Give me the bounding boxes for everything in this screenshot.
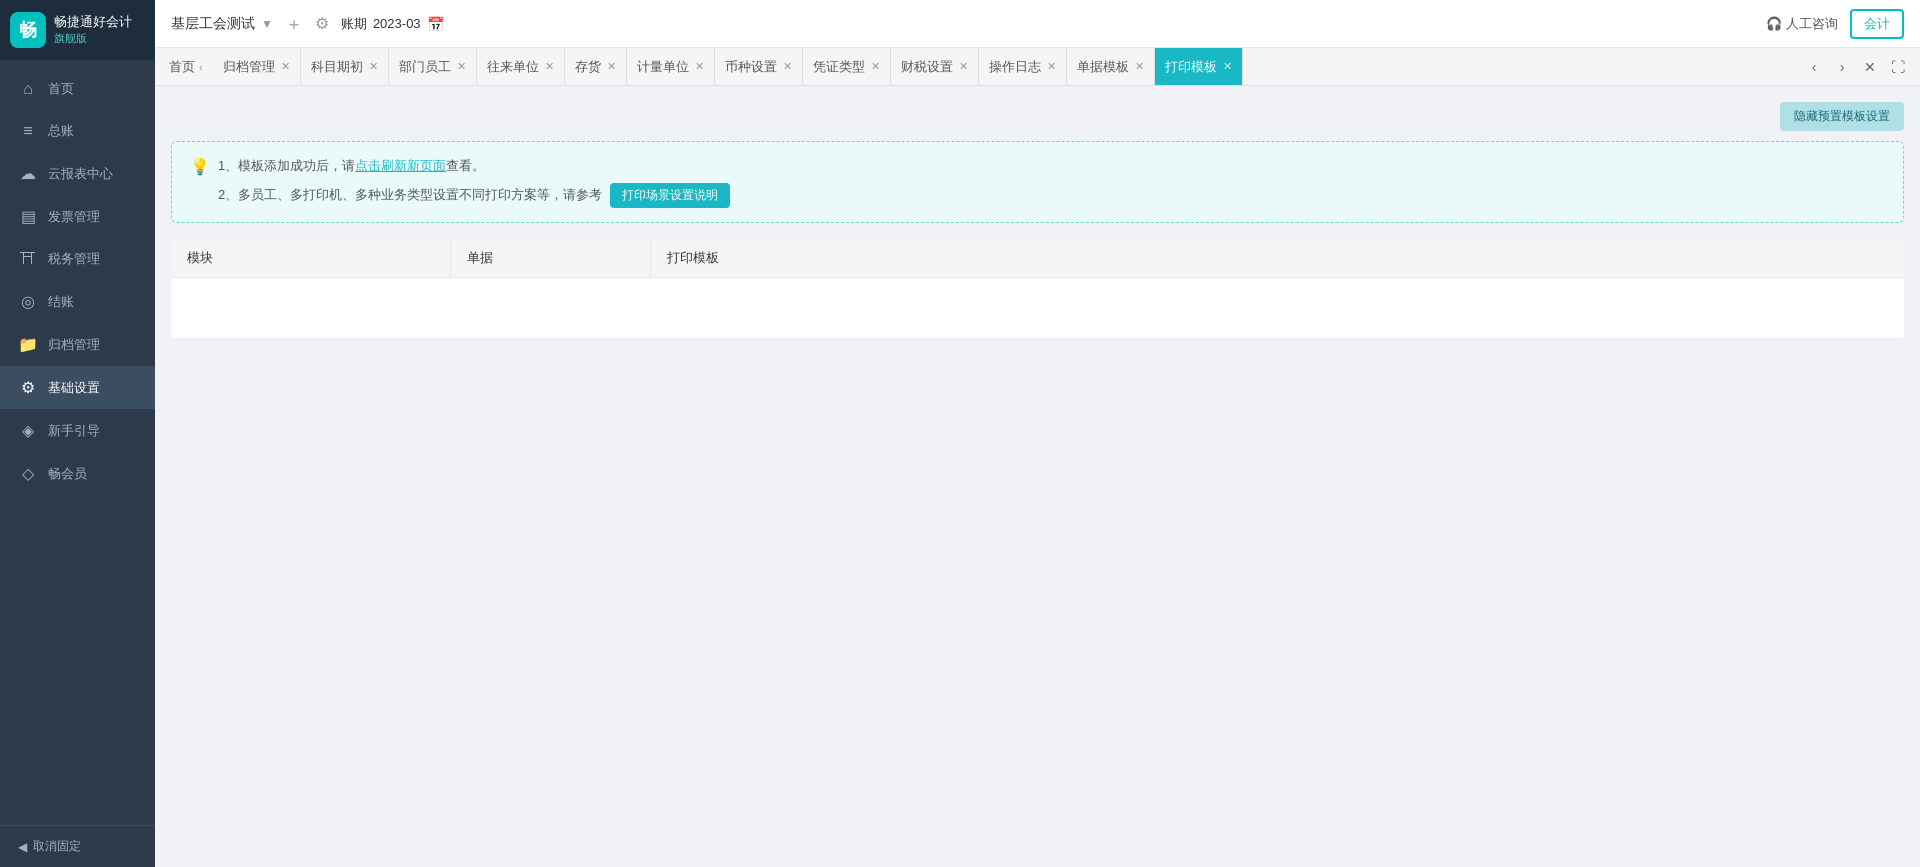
tax-icon: ⛩ <box>18 250 38 268</box>
col-print-template: 打印模板 <box>651 239 1904 277</box>
company-name[interactable]: 基层工会测试 ▼ <box>171 15 273 33</box>
headset-icon: 🎧 <box>1766 16 1782 31</box>
refresh-page-link[interactable]: 点击刷新新页面 <box>355 158 446 173</box>
tab-print-close-icon[interactable]: ✕ <box>1223 60 1232 73</box>
col-receipt: 单据 <box>451 239 651 277</box>
tab-inventory-close-icon[interactable]: ✕ <box>607 60 616 73</box>
info-text-2: 2、多员工、多打印机、多种业务类型设置不同打印方案等，请参考 打印场景设置说明 <box>218 183 730 208</box>
tab-currency-close-icon[interactable]: ✕ <box>783 60 792 73</box>
page-content: 隐藏预置模板设置 💡 1、模板添加成功后，请点击刷新新页面查看。 💡 2、多员工… <box>155 86 1920 867</box>
tab-partner-close-icon[interactable]: ✕ <box>545 60 554 73</box>
sidebar: 畅 畅捷通好会计 旗舰版 ⌂ 首页 ≡ 总账 ☁ 云报表中心 ▤ 发票管理 ⛩ … <box>0 0 155 867</box>
sidebar-item-ledger[interactable]: ≡ 总账 <box>0 110 155 152</box>
unpin-icon: ◀ <box>18 840 27 854</box>
settings-icon: ⚙ <box>18 378 38 397</box>
sidebar-nav: ⌂ 首页 ≡ 总账 ☁ 云报表中心 ▤ 发票管理 ⛩ 税务管理 ◎ 结账 📁 归… <box>0 60 155 825</box>
ledger-icon: ≡ <box>18 122 38 140</box>
sidebar-item-member[interactable]: ◇ 畅会员 <box>0 452 155 495</box>
member-icon: ◇ <box>18 464 38 483</box>
tab-finance-close-icon[interactable]: ✕ <box>959 60 968 73</box>
main-area: 基层工会测试 ▼ ＋ ⚙ 账期 2023-03 📅 🎧 人工咨询 会计 首页 ‹… <box>155 0 1920 867</box>
sidebar-item-archive[interactable]: 📁 归档管理 <box>0 323 155 366</box>
print-scene-button[interactable]: 打印场景设置说明 <box>610 183 730 208</box>
sidebar-item-invoice[interactable]: ▤ 发票管理 <box>0 195 155 238</box>
info-row-1: 💡 1、模板添加成功后，请点击刷新新页面查看。 <box>190 156 1885 177</box>
period-display: 账期 2023-03 📅 <box>341 15 444 33</box>
tab-subjects-close-icon[interactable]: ✕ <box>369 60 378 73</box>
hide-template-button[interactable]: 隐藏预置模板设置 <box>1780 102 1904 131</box>
company-dropdown-icon: ▼ <box>261 17 273 31</box>
cloud-icon: ☁ <box>18 164 38 183</box>
calendar-icon[interactable]: 📅 <box>427 16 444 32</box>
hide-template-bar: 隐藏预置模板设置 <box>171 102 1904 131</box>
sidebar-unpin-button[interactable]: ◀ 取消固定 <box>0 825 155 867</box>
invoice-icon: ▤ <box>18 207 38 226</box>
print-template-table: 模块 单据 打印模板 <box>171 239 1904 338</box>
home-chevron-icon: ‹ <box>199 48 203 86</box>
sidebar-item-guide[interactable]: ◈ 新手引导 <box>0 409 155 452</box>
tab-close-all-button[interactable]: ✕ <box>1858 55 1882 79</box>
sidebar-logo: 畅 畅捷通好会计 旗舰版 <box>0 0 155 60</box>
guide-icon: ◈ <box>18 421 38 440</box>
tab-finance[interactable]: 财税设置 ✕ <box>891 48 979 86</box>
tab-unit[interactable]: 计量单位 ✕ <box>627 48 715 86</box>
top-header: 基层工会测试 ▼ ＋ ⚙ 账期 2023-03 📅 🎧 人工咨询 会计 <box>155 0 1920 48</box>
tab-scroll-left-button[interactable]: ‹ <box>1802 55 1826 79</box>
tab-currency[interactable]: 币种设置 ✕ <box>715 48 803 86</box>
sidebar-item-reports[interactable]: ☁ 云报表中心 <box>0 152 155 195</box>
tab-oplog-close-icon[interactable]: ✕ <box>1047 60 1056 73</box>
closing-icon: ◎ <box>18 292 38 311</box>
sidebar-item-home[interactable]: ⌂ 首页 <box>0 68 155 110</box>
logo-text: 畅捷通好会计 旗舰版 <box>54 14 132 45</box>
tab-archive[interactable]: 归档管理 ✕ <box>213 48 301 86</box>
tab-staff-close-icon[interactable]: ✕ <box>457 60 466 73</box>
tab-home[interactable]: 首页 ‹ <box>159 48 213 86</box>
tab-oplog[interactable]: 操作日志 ✕ <box>979 48 1067 86</box>
customer-service-button[interactable]: 🎧 人工咨询 <box>1766 15 1838 33</box>
header-settings-icon[interactable]: ⚙ <box>315 14 329 33</box>
tab-subjects[interactable]: 科目期初 ✕ <box>301 48 389 86</box>
sidebar-item-tax[interactable]: ⛩ 税务管理 <box>0 238 155 280</box>
info-box: 💡 1、模板添加成功后，请点击刷新新页面查看。 💡 2、多员工、多打印机、多种业… <box>171 141 1904 223</box>
tab-receipt-close-icon[interactable]: ✕ <box>1135 60 1144 73</box>
tab-inventory[interactable]: 存货 ✕ <box>565 48 627 86</box>
col-module: 模块 <box>171 239 451 277</box>
sidebar-item-settings[interactable]: ⚙ 基础设置 <box>0 366 155 409</box>
sidebar-item-closing[interactable]: ◎ 结账 <box>0 280 155 323</box>
tab-scroll-right-button[interactable]: › <box>1830 55 1854 79</box>
tab-print[interactable]: 打印模板 ✕ <box>1155 48 1243 86</box>
tab-staff[interactable]: 部门员工 ✕ <box>389 48 477 86</box>
tab-partner[interactable]: 往来单位 ✕ <box>477 48 565 86</box>
table-body <box>171 278 1904 338</box>
tab-expand-button[interactable]: ⛶ <box>1886 55 1910 79</box>
info-text-1: 1、模板添加成功后，请点击刷新新页面查看。 <box>218 156 485 177</box>
tab-receipt[interactable]: 单据模板 ✕ <box>1067 48 1155 86</box>
tab-voucher[interactable]: 凭证类型 ✕ <box>803 48 891 86</box>
tab-archive-close-icon[interactable]: ✕ <box>281 60 290 73</box>
info-row-2: 💡 2、多员工、多打印机、多种业务类型设置不同打印方案等，请参考 打印场景设置说… <box>190 183 1885 208</box>
add-tab-button[interactable]: ＋ <box>285 12 303 36</box>
tab-bar: 首页 ‹ 归档管理 ✕ 科目期初 ✕ 部门员工 ✕ 往来单位 ✕ 存货 ✕ 计量… <box>155 48 1920 86</box>
logo-icon: 畅 <box>10 12 46 48</box>
bulb-icon: 💡 <box>190 157 210 176</box>
table-header: 模块 单据 打印模板 <box>171 239 1904 278</box>
tab-voucher-close-icon[interactable]: ✕ <box>871 60 880 73</box>
tab-unit-close-icon[interactable]: ✕ <box>695 60 704 73</box>
tab-controls: ‹ › ✕ ⛶ <box>1796 55 1916 79</box>
account-button[interactable]: 会计 <box>1850 9 1904 39</box>
archive-icon: 📁 <box>18 335 38 354</box>
home-icon: ⌂ <box>18 80 38 98</box>
